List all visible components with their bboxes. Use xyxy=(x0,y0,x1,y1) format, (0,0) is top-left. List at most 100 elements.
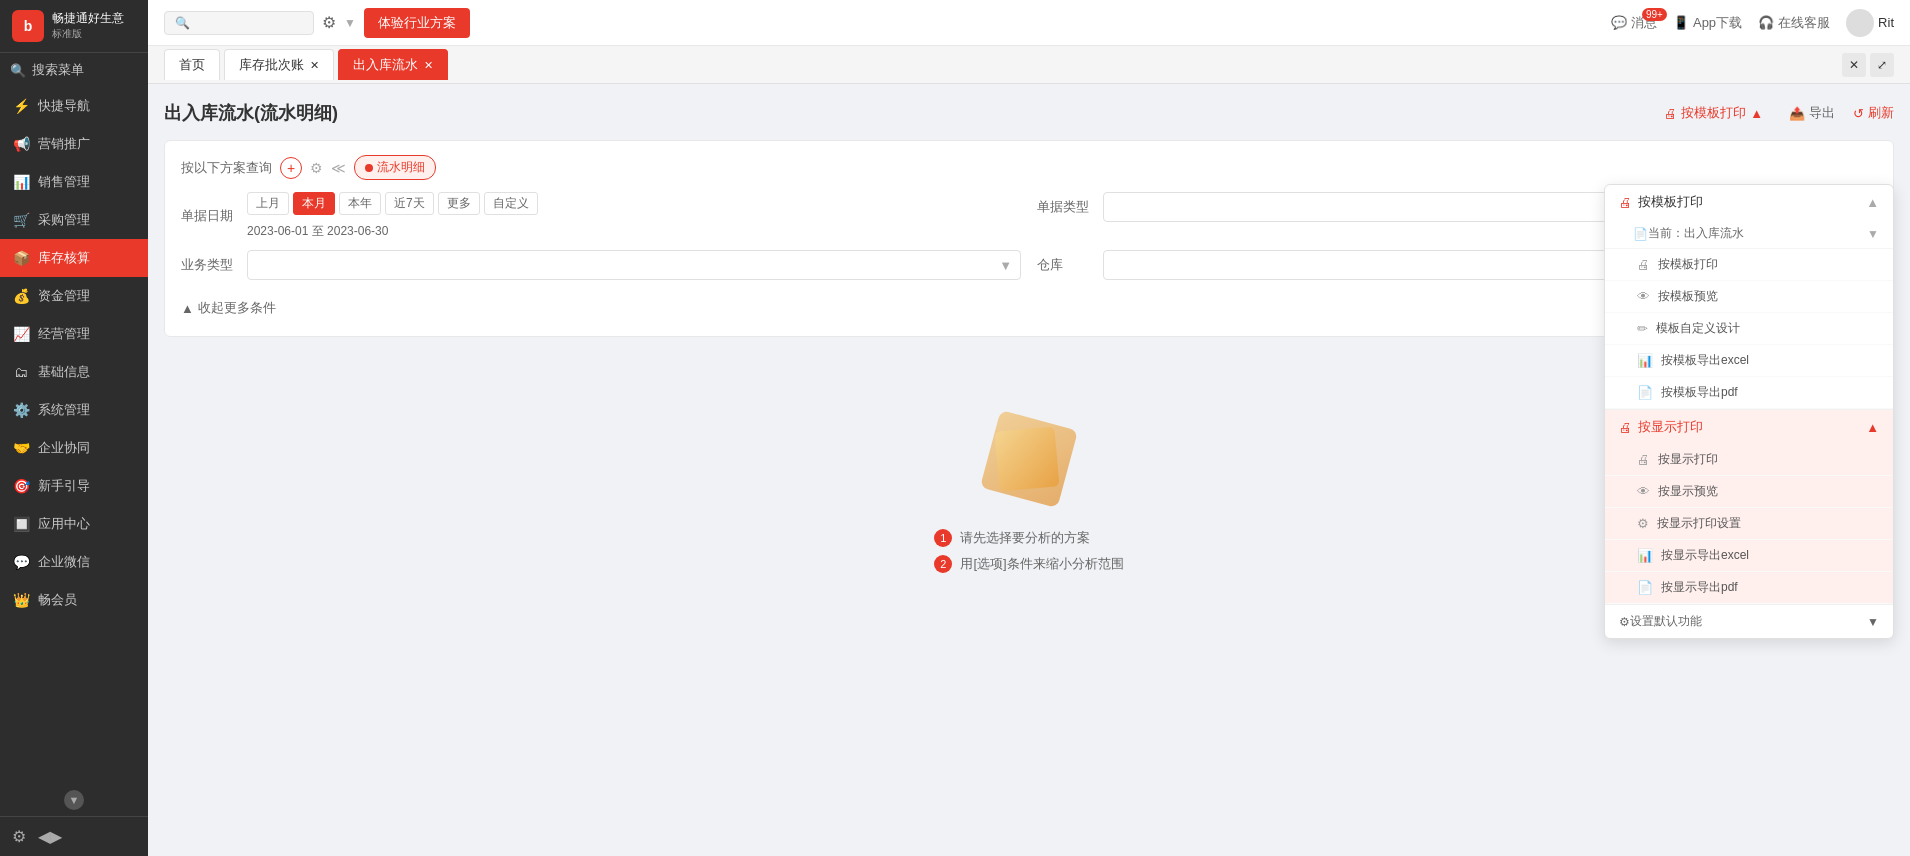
dropdown-item-template-pdf-label: 按模板导出pdf xyxy=(1661,384,1738,401)
dropdown-item-display-settings[interactable]: ⚙ 按显示打印设置 xyxy=(1605,508,1893,540)
preview-icon: 👁 xyxy=(1637,289,1650,304)
message-icon: 💬 xyxy=(1611,15,1627,30)
date-pill-custom[interactable]: 自定义 xyxy=(484,192,538,215)
dropdown-template-section: 🖨 按模板打印 ▲ 📄 当前：出入库流水 ▼ 🖨 按模板打印 👁 按模板预览 xyxy=(1605,185,1893,410)
sidebar-item-wecom[interactable]: 💬 企业微信 xyxy=(0,543,148,581)
sidebar-item-app-center[interactable]: 🔲 应用中心 xyxy=(0,505,148,543)
dropdown-current-label: 当前：出入库流水 xyxy=(1648,225,1744,242)
dropdown-item-display-preview-label: 按显示预览 xyxy=(1658,483,1718,500)
dropdown-item-display-print-label: 按显示打印 xyxy=(1658,451,1718,468)
sidebar-search-item[interactable]: 🔍 搜索菜单 xyxy=(0,53,148,87)
dropdown-item-template-excel[interactable]: 📊 按模板导出excel xyxy=(1605,345,1893,377)
user-avatar xyxy=(1846,9,1874,37)
sidebar-item-finance[interactable]: 💰 资金管理 xyxy=(0,277,148,315)
sidebar-item-label: 营销推广 xyxy=(38,135,90,153)
filter-tag-flow-detail[interactable]: 流水明细 xyxy=(354,155,436,180)
sidebar-item-label: 企业协同 xyxy=(38,439,90,457)
dropdown-item-template-design[interactable]: ✏ 模板自定义设计 xyxy=(1605,313,1893,345)
topbar-dropdown-arrow[interactable]: ▼ xyxy=(344,16,356,30)
topbar-gear-icon[interactable]: ⚙ xyxy=(322,13,336,32)
tab-batch-close-icon[interactable]: ✕ xyxy=(310,59,319,72)
dropdown-item-template-design-label: 模板自定义设计 xyxy=(1656,320,1740,337)
export-btn[interactable]: 📤 导出 xyxy=(1781,100,1843,126)
sidebar-item-sales[interactable]: 📊 销售管理 xyxy=(0,163,148,201)
dropdown-item-display-print[interactable]: 🖨 按显示打印 xyxy=(1605,444,1893,476)
tab-expand-btn[interactable]: ⤢ xyxy=(1870,53,1894,77)
dropdown-item-display-preview[interactable]: 👁 按显示预览 xyxy=(1605,476,1893,508)
sidebar-item-collab[interactable]: 🤝 企业协同 xyxy=(0,429,148,467)
sidebar-item-marketing[interactable]: 📢 营销推广 xyxy=(0,125,148,163)
collapse-btn[interactable]: ▲ 收起更多条件 xyxy=(181,299,276,317)
sidebar-scroll-down[interactable]: ▼ xyxy=(64,790,84,810)
toggle-sidebar-icon[interactable]: ◀▶ xyxy=(38,827,62,846)
chevron-up-icon: ▲ xyxy=(1750,106,1763,121)
filter-gear-icon[interactable]: ⚙ xyxy=(310,160,323,176)
date-pill-last-month[interactable]: 上月 xyxy=(247,192,289,215)
filter-collapse-icon[interactable]: ≪ xyxy=(331,160,346,176)
tab-batch-account[interactable]: 库存批次账 ✕ xyxy=(224,49,334,80)
refresh-btn[interactable]: ↺ 刷新 xyxy=(1853,104,1894,122)
tabbar: 首页 库存批次账 ✕ 出入库流水 ✕ ✕ ⤢ xyxy=(148,46,1910,84)
filter-business-select[interactable]: ▼ xyxy=(247,250,1021,280)
date-pill-more[interactable]: 更多 xyxy=(438,192,480,215)
message-btn[interactable]: 💬 消息 99+ xyxy=(1611,14,1657,32)
dropdown-item-display-excel-label: 按显示导出excel xyxy=(1661,547,1749,564)
dropdown-item-display-pdf[interactable]: 📄 按显示导出pdf xyxy=(1605,572,1893,604)
dropdown-display-header[interactable]: 🖨 按显示打印 ▲ xyxy=(1605,410,1893,444)
tab-home[interactable]: 首页 xyxy=(164,49,220,80)
dropdown-item-template-preview[interactable]: 👁 按模板预览 xyxy=(1605,281,1893,313)
sidebar-item-inventory[interactable]: 📦 库存核算 xyxy=(0,239,148,277)
sidebar-item-label: 企业微信 xyxy=(38,553,90,571)
display-pdf-icon: 📄 xyxy=(1637,580,1653,595)
date-pill-this-year[interactable]: 本年 xyxy=(339,192,381,215)
search-icon: 🔍 xyxy=(10,63,26,78)
default-func-label: 设置默认功能 xyxy=(1630,613,1702,630)
dropdown-display-arrow: ▲ xyxy=(1866,420,1879,435)
quick-nav-icon: ⚡ xyxy=(12,98,30,114)
sidebar-item-label: 畅会员 xyxy=(38,591,77,609)
template-print-btn[interactable]: 🖨 按模板打印 ▲ xyxy=(1656,100,1771,126)
date-pills: 上月 本月 本年 近7天 更多 自定义 xyxy=(247,192,538,215)
tab-close-btn[interactable]: ✕ xyxy=(1842,53,1866,77)
sidebar-item-quick-nav[interactable]: ⚡ 快捷导航 xyxy=(0,87,148,125)
app-name: 畅捷通好生意 xyxy=(52,11,124,27)
display-excel-icon: 📊 xyxy=(1637,548,1653,563)
sidebar-footer: ⚙ ◀▶ xyxy=(0,816,148,856)
dropdown-item-template-preview-label: 按模板预览 xyxy=(1658,288,1718,305)
online-service-btn[interactable]: 🎧 在线客服 xyxy=(1758,14,1830,32)
date-pill-7days[interactable]: 近7天 xyxy=(385,192,434,215)
topbar-left: 🔍 ⚙ ▼ 体验行业方案 xyxy=(164,8,1601,38)
filter-add-btn[interactable]: + xyxy=(280,157,302,179)
dropdown-item-display-excel[interactable]: 📊 按显示导出excel xyxy=(1605,540,1893,572)
sidebar-item-purchase[interactable]: 🛒 采购管理 xyxy=(0,201,148,239)
main-content: 🔍 ⚙ ▼ 体验行业方案 💬 消息 99+ 📱 App下载 🎧 在线客服 xyxy=(148,0,1910,856)
sidebar-item-member[interactable]: 👑 畅会员 xyxy=(0,581,148,619)
marketing-icon: 📢 xyxy=(12,136,30,152)
tab-flow-close-icon[interactable]: ✕ xyxy=(424,59,433,72)
app-center-icon: 🔲 xyxy=(12,516,30,532)
sidebar-item-label: 销售管理 xyxy=(38,173,90,191)
settings-footer-icon[interactable]: ⚙ xyxy=(12,827,26,846)
dropdown-item-template-pdf[interactable]: 📄 按模板导出pdf xyxy=(1605,377,1893,409)
sidebar-item-guide[interactable]: 🎯 新手引导 xyxy=(0,467,148,505)
sidebar-item-label: 资金管理 xyxy=(38,287,90,305)
sidebar-item-base[interactable]: 🗂 基础信息 xyxy=(0,353,148,391)
dropdown-current-template[interactable]: 📄 当前：出入库流水 ▼ xyxy=(1605,219,1893,249)
industry-btn[interactable]: 体验行业方案 xyxy=(364,8,470,38)
default-func-icon: ⚙ xyxy=(1619,615,1630,629)
filter-item-business: 业务类型 ▼ xyxy=(181,250,1021,280)
sidebar-item-system[interactable]: ⚙️ 系统管理 xyxy=(0,391,148,429)
dropdown-footer[interactable]: ⚙ 设置默认功能 ▼ xyxy=(1605,605,1893,638)
dropdown-item-template-print[interactable]: 🖨 按模板打印 xyxy=(1605,249,1893,281)
date-pill-this-month[interactable]: 本月 xyxy=(293,192,335,215)
dropdown-display-label: 按显示打印 xyxy=(1638,418,1703,436)
app-download-btn[interactable]: 📱 App下载 xyxy=(1673,14,1742,32)
tab-flow[interactable]: 出入库流水 ✕ xyxy=(338,49,448,80)
step-num-1: 1 xyxy=(934,529,952,547)
empty-step-2: 2 用[选项]条件来缩小分析范围 xyxy=(934,551,1123,577)
dropdown-template-header[interactable]: 🖨 按模板打印 ▲ xyxy=(1605,185,1893,219)
user-menu[interactable]: Rit xyxy=(1846,9,1894,37)
sidebar-item-operation[interactable]: 📈 经营管理 xyxy=(0,315,148,353)
topbar-search-box[interactable]: 🔍 xyxy=(164,11,314,35)
dropdown-item-display-settings-label: 按显示打印设置 xyxy=(1657,515,1741,532)
